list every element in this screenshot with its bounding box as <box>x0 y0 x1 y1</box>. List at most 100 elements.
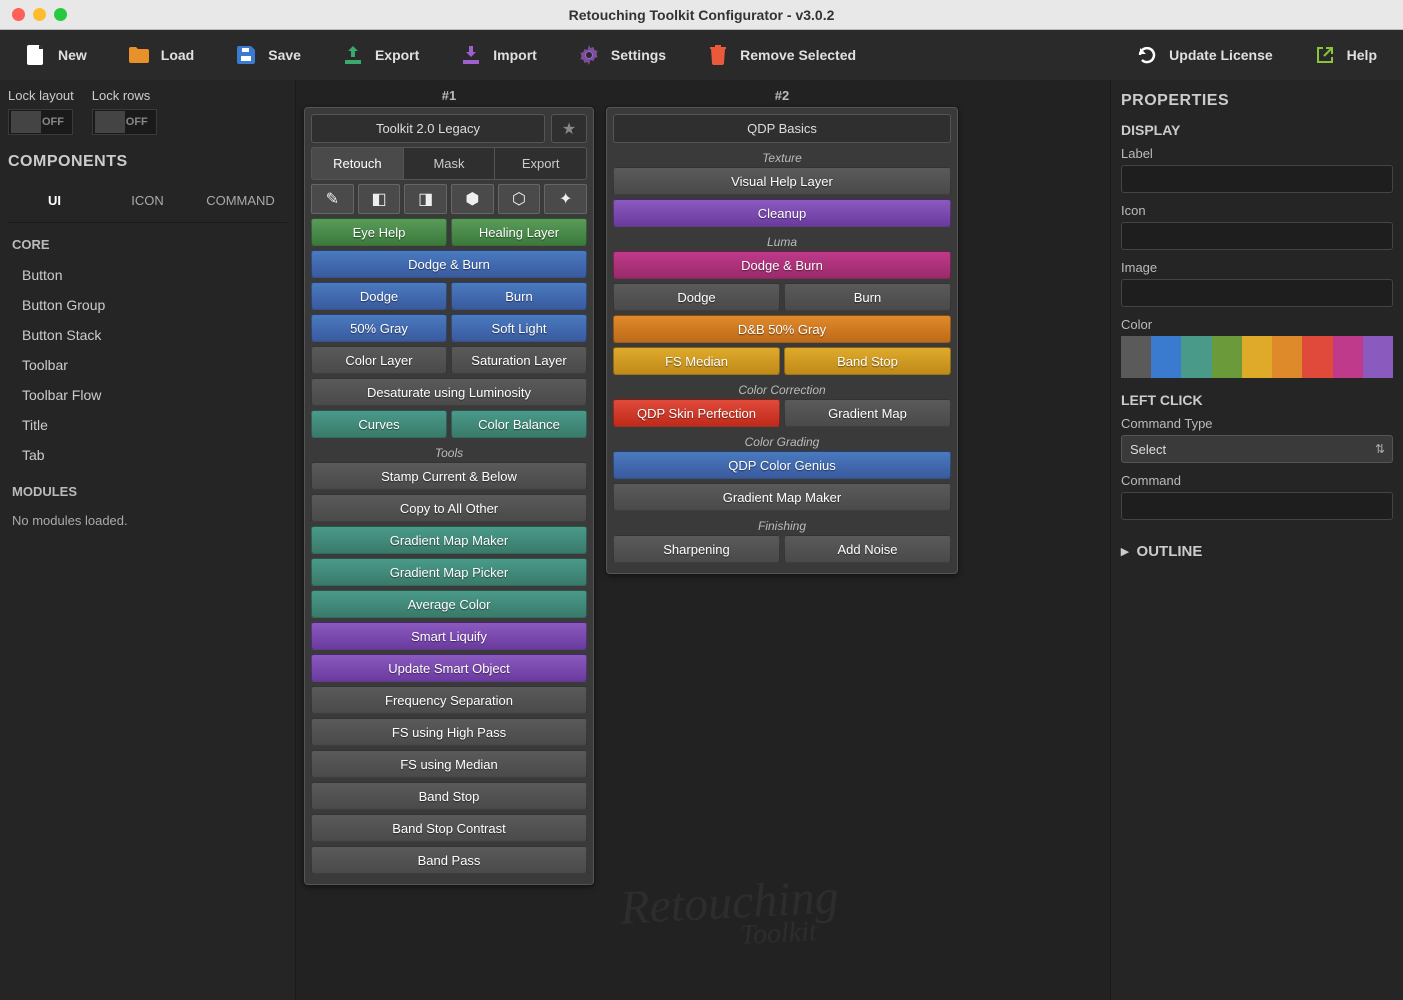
action-dodge-burn[interactable]: Dodge & Burn <box>613 251 951 279</box>
action-dodge[interactable]: Dodge <box>613 283 780 311</box>
action-fs-using-high-pass[interactable]: FS using High Pass <box>311 718 587 746</box>
action-saturation-layer[interactable]: Saturation Layer <box>451 346 587 374</box>
stamp2-icon[interactable]: ⬡ <box>498 184 541 214</box>
label-input[interactable] <box>1121 165 1393 193</box>
action-gradient-map-picker[interactable]: Gradient Map Picker <box>311 558 587 586</box>
image-input[interactable] <box>1121 279 1393 307</box>
panel-2[interactable]: QDP BasicsTextureVisual Help LayerCleanu… <box>606 107 958 574</box>
core-item-title[interactable]: Title <box>8 410 287 440</box>
help-button[interactable]: Help <box>1299 37 1393 73</box>
color-swatch[interactable] <box>1121 336 1151 378</box>
action-gradient-map-maker[interactable]: Gradient Map Maker <box>613 483 951 511</box>
core-item-toolbar[interactable]: Toolbar <box>8 350 287 380</box>
maximize-window-button[interactable] <box>54 8 67 21</box>
action-smart-liquify[interactable]: Smart Liquify <box>311 622 587 650</box>
star-icon[interactable]: ★ <box>551 114 587 143</box>
action-50-gray[interactable]: 50% Gray <box>311 314 447 342</box>
tab-command[interactable]: COMMAND <box>194 179 287 222</box>
action-color-layer[interactable]: Color Layer <box>311 346 447 374</box>
stamp1-icon[interactable]: ⬢ <box>451 184 494 214</box>
color-swatch[interactable] <box>1333 336 1363 378</box>
color-swatch[interactable] <box>1181 336 1211 378</box>
core-item-button[interactable]: Button <box>8 260 287 290</box>
tab-icon[interactable]: ICON <box>101 179 194 222</box>
core-item-button-stack[interactable]: Button Stack <box>8 320 287 350</box>
action-fs-using-median[interactable]: FS using Median <box>311 750 587 778</box>
action-band-stop-contrast[interactable]: Band Stop Contrast <box>311 814 587 842</box>
action-cleanup[interactable]: Cleanup <box>613 199 951 227</box>
action-desaturate-using-luminosity[interactable]: Desaturate using Luminosity <box>311 378 587 406</box>
color-swatch[interactable] <box>1302 336 1332 378</box>
panel-1[interactable]: Toolkit 2.0 Legacy★ RetouchMaskExport ✎◧◨⬢… <box>304 107 594 885</box>
core-item-toolbar-flow[interactable]: Toolbar Flow <box>8 380 287 410</box>
command-input[interactable] <box>1121 492 1393 520</box>
canvas[interactable]: #1 Toolkit 2.0 Legacy★RetouchMaskExport✎… <box>296 80 1110 1000</box>
panel-tab-export[interactable]: Export <box>495 147 587 180</box>
action-band-pass[interactable]: Band Pass <box>311 846 587 874</box>
spray-icon[interactable]: ✦ <box>544 184 587 214</box>
icon-input[interactable] <box>1121 222 1393 250</box>
color-swatch[interactable] <box>1363 336 1393 378</box>
panel-title[interactable]: Toolkit 2.0 Legacy <box>311 114 545 143</box>
tab-ui[interactable]: UI <box>8 179 101 222</box>
action-gradient-map-maker[interactable]: Gradient Map Maker <box>311 526 587 554</box>
action-healing-layer[interactable]: Healing Layer <box>451 218 587 246</box>
section-label: Finishing <box>613 515 951 535</box>
brush-icon[interactable]: ✎ <box>311 184 354 214</box>
action-sharpening[interactable]: Sharpening <box>613 535 780 563</box>
color-swatch[interactable] <box>1272 336 1302 378</box>
action-copy-to-all-other[interactable]: Copy to All Other <box>311 494 587 522</box>
panel-tab-mask[interactable]: Mask <box>404 147 496 180</box>
close-window-button[interactable] <box>12 8 25 21</box>
action-qdp-skin-perfection[interactable]: QDP Skin Perfection <box>613 399 780 427</box>
color-field-label: Color <box>1121 317 1393 332</box>
action-color-balance[interactable]: Color Balance <box>451 410 587 438</box>
panel-tab-retouch[interactable]: Retouch <box>311 147 404 180</box>
action-eye-help[interactable]: Eye Help <box>311 218 447 246</box>
minimize-window-button[interactable] <box>33 8 46 21</box>
action-fs-median[interactable]: FS Median <box>613 347 780 375</box>
action-visual-help-layer[interactable]: Visual Help Layer <box>613 167 951 195</box>
action-band-stop[interactable]: Band Stop <box>784 347 951 375</box>
action-qdp-color-genius[interactable]: QDP Color Genius <box>613 451 951 479</box>
settings-button[interactable]: Settings <box>563 37 682 73</box>
outline-heading[interactable]: ▸ OUTLINE <box>1121 542 1393 560</box>
color-swatch[interactable] <box>1151 336 1181 378</box>
command-type-select[interactable]: Select <box>1121 435 1393 463</box>
save-button[interactable]: Save <box>220 37 317 73</box>
action-band-stop[interactable]: Band Stop <box>311 782 587 810</box>
action-add-noise[interactable]: Add Noise <box>784 535 951 563</box>
action-burn[interactable]: Burn <box>784 283 951 311</box>
core-item-button-group[interactable]: Button Group <box>8 290 287 320</box>
action-curves[interactable]: Curves <box>311 410 447 438</box>
action-burn[interactable]: Burn <box>451 282 587 310</box>
action-update-smart-object[interactable]: Update Smart Object <box>311 654 587 682</box>
remove-selected-button[interactable]: Remove Selected <box>692 37 872 73</box>
lock-layout-toggle[interactable]: OFF <box>8 109 73 135</box>
load-button[interactable]: Load <box>113 37 210 73</box>
section-label: Tools <box>311 442 587 462</box>
action-dodge-burn[interactable]: Dodge & Burn <box>311 250 587 278</box>
update-license-button[interactable]: Update License <box>1121 37 1288 73</box>
action-gradient-map[interactable]: Gradient Map <box>784 399 951 427</box>
color-swatch[interactable] <box>1212 336 1242 378</box>
action-d-b-50-gray[interactable]: D&B 50% Gray <box>613 315 951 343</box>
color-swatch[interactable] <box>1242 336 1272 378</box>
titlebar: Retouching Toolkit Configurator - v3.0.2 <box>0 0 1403 30</box>
export-button[interactable]: Export <box>327 37 435 73</box>
eraser-icon[interactable]: ◧ <box>358 184 401 214</box>
lock-rows-toggle[interactable]: OFF <box>92 109 157 135</box>
action-dodge[interactable]: Dodge <box>311 282 447 310</box>
action-stamp-current-below[interactable]: Stamp Current & Below <box>311 462 587 490</box>
core-item-tab[interactable]: Tab <box>8 440 287 470</box>
display-heading: DISPLAY <box>1121 122 1393 138</box>
action-soft-light[interactable]: Soft Light <box>451 314 587 342</box>
action-frequency-separation[interactable]: Frequency Separation <box>311 686 587 714</box>
panel-title[interactable]: QDP Basics <box>613 114 951 143</box>
new-button[interactable]: New <box>10 37 103 73</box>
folder-icon <box>129 45 149 65</box>
action-average-color[interactable]: Average Color <box>311 590 587 618</box>
update-license-label: Update License <box>1169 47 1272 63</box>
diag-icon[interactable]: ◨ <box>404 184 447 214</box>
import-button[interactable]: Import <box>445 37 553 73</box>
